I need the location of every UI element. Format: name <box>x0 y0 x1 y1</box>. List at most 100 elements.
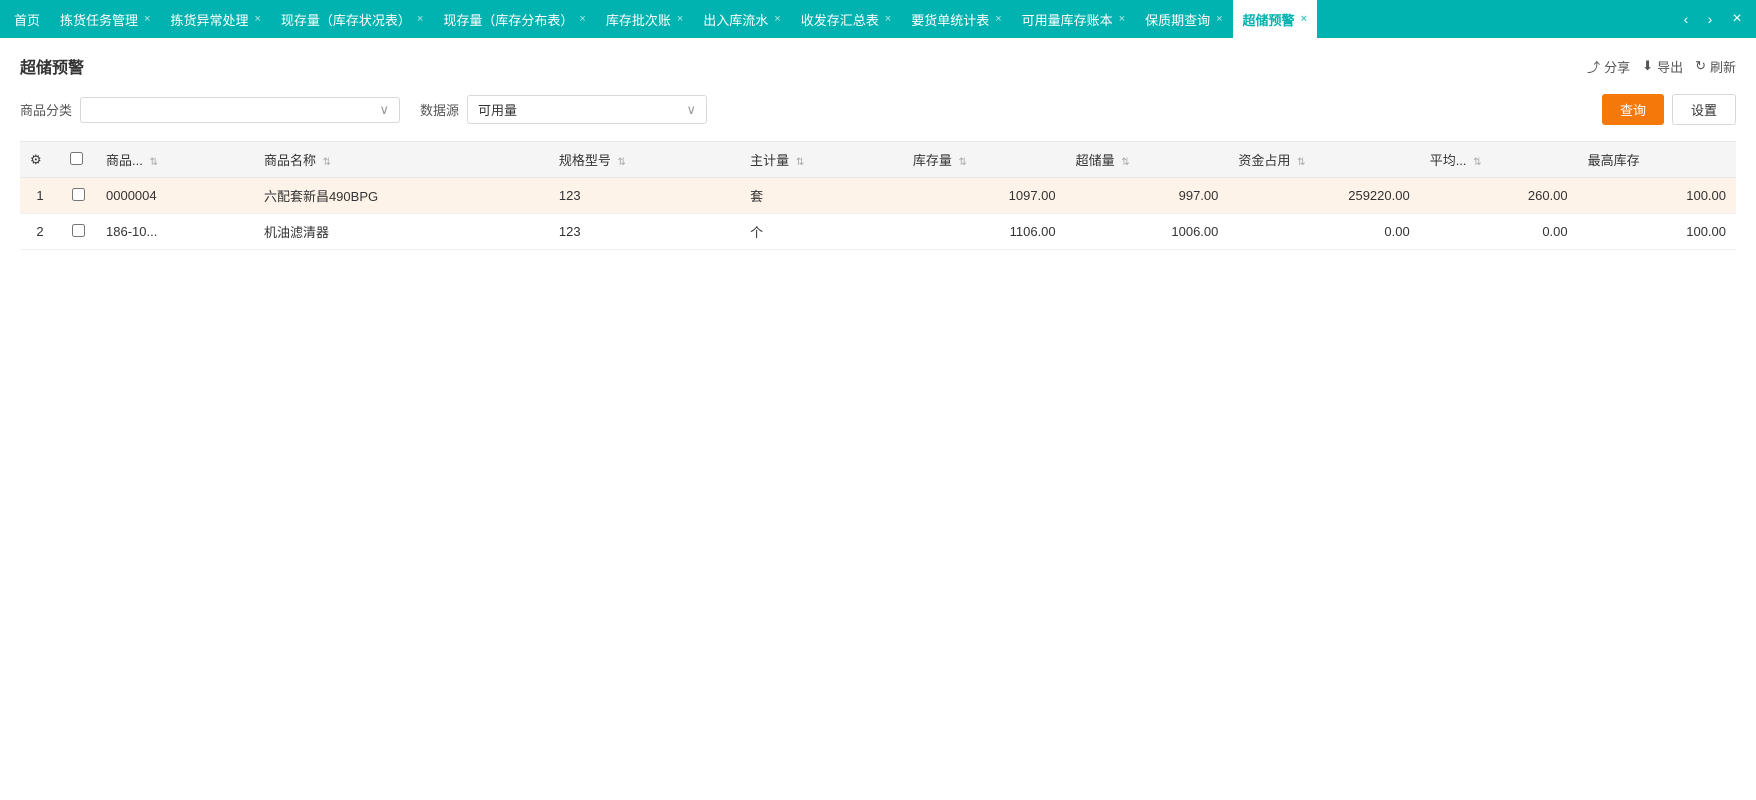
data-table: ⚙ 商品... ⇅ 商品名称 ⇅ 规格型号 ⇅ 主计量 <box>20 141 1736 250</box>
nav-close-overstock-warning[interactable]: × <box>1301 13 1307 25</box>
nav-next-button[interactable]: › <box>1698 0 1722 38</box>
nav-close-stock-status[interactable]: × <box>417 13 423 25</box>
filter-actions: 查询 设置 <box>1602 94 1736 125</box>
settings-button[interactable]: 设置 <box>1672 94 1736 125</box>
category-label: 商品分类 <box>20 100 72 119</box>
datasource-select[interactable]: 可用量 ∨ <box>467 95 707 124</box>
nav-stock-dist[interactable]: 现存量（库存分布表） × <box>433 0 595 38</box>
sort-spec-icon: ⇅ <box>618 157 626 168</box>
nav-batch-account[interactable]: 库存批次账 × <box>596 0 693 38</box>
th-product-name[interactable]: 商品名称 ⇅ <box>254 142 549 178</box>
row-capital-1: 0.00 <box>1228 214 1419 250</box>
top-navigation: 首页 拣货任务管理 × 拣货异常处理 × 现存量（库存状况表） × 现存量（库存… <box>0 0 1756 38</box>
page-title: 超储预警 <box>20 54 84 78</box>
page-content: 超储预警 ⤴ 分享 ⬇ 导出 ↻ 刷新 商品分类 ∨ 数据源 <box>0 38 1756 266</box>
th-max-stock[interactable]: 最高库存 <box>1578 142 1736 178</box>
row-overstock-0: 997.00 <box>1066 178 1229 214</box>
th-stock[interactable]: 库存量 ⇅ <box>903 142 1066 178</box>
th-capital[interactable]: 资金占用 ⇅ <box>1228 142 1419 178</box>
nav-close-recv-summary[interactable]: × <box>885 13 891 25</box>
row-select-1[interactable] <box>72 224 85 237</box>
export-button[interactable]: ⬇ 导出 <box>1642 57 1683 76</box>
nav-close-order-stats[interactable]: × <box>995 13 1001 25</box>
row-avg-0: 260.00 <box>1420 178 1578 214</box>
select-all-checkbox[interactable] <box>70 152 83 165</box>
nav-close-batch-account[interactable]: × <box>677 13 683 25</box>
row-unit-0: 套 <box>740 178 903 214</box>
th-settings[interactable]: ⚙ <box>20 142 60 178</box>
sort-avg-icon: ⇅ <box>1473 157 1481 168</box>
row-num-1: 2 <box>20 214 60 250</box>
nav-order-stats[interactable]: 要货单统计表 × <box>901 0 1011 38</box>
row-product-code-0: 0000004 <box>96 178 254 214</box>
nav-close-all-button[interactable]: × <box>1722 0 1752 38</box>
row-product-code-1: 186-10... <box>96 214 254 250</box>
th-checkbox[interactable] <box>60 142 96 178</box>
row-product-name-1: 机油滤清器 <box>254 214 549 250</box>
row-select-0[interactable] <box>72 188 85 201</box>
row-spec-1: 123 <box>549 214 740 250</box>
sort-stock-icon: ⇅ <box>959 157 967 168</box>
query-button[interactable]: 查询 <box>1602 94 1664 125</box>
nav-arrows: ‹ › × <box>1674 0 1752 38</box>
sort-unit-icon: ⇅ <box>796 157 804 168</box>
nav-home[interactable]: 首页 <box>4 0 50 38</box>
refresh-icon: ↻ <box>1695 58 1706 74</box>
sort-overstock-icon: ⇅ <box>1121 157 1129 168</box>
nav-close-available-account[interactable]: × <box>1119 13 1125 25</box>
row-num-0: 1 <box>20 178 60 214</box>
table-row: 2 186-10... 机油滤清器 123 个 1106.00 1006.00 … <box>20 214 1736 250</box>
filter-row: 商品分类 ∨ 数据源 可用量 ∨ 查询 设置 <box>20 94 1736 125</box>
row-overstock-1: 1006.00 <box>1066 214 1229 250</box>
th-spec[interactable]: 规格型号 ⇅ <box>549 142 740 178</box>
th-overstock[interactable]: 超储量 ⇅ <box>1066 142 1229 178</box>
datasource-select-value: 可用量 <box>478 100 517 119</box>
datasource-filter: 数据源 可用量 ∨ <box>420 95 707 124</box>
row-unit-1: 个 <box>740 214 903 250</box>
share-icon: ⤴ <box>1587 57 1600 76</box>
nav-prev-button[interactable]: ‹ <box>1674 0 1698 38</box>
row-capital-0: 259220.00 <box>1228 178 1419 214</box>
category-filter: 商品分类 ∨ <box>20 97 400 123</box>
datasource-label: 数据源 <box>420 100 459 119</box>
nav-task-mgmt[interactable]: 拣货任务管理 × <box>50 0 160 38</box>
row-max-stock-1: 100.00 <box>1578 214 1736 250</box>
nav-close-abnormal[interactable]: × <box>254 13 260 25</box>
row-product-name-0: 六配套新昌490BPG <box>254 178 549 214</box>
row-stock-0: 1097.00 <box>903 178 1066 214</box>
gear-icon: ⚙ <box>30 152 42 167</box>
category-select[interactable]: ∨ <box>80 97 400 123</box>
nav-abnormal[interactable]: 拣货异常处理 × <box>160 0 270 38</box>
share-button[interactable]: ⤴ 分享 <box>1587 57 1630 76</box>
nav-close-task-mgmt[interactable]: × <box>144 13 150 25</box>
row-stock-1: 1106.00 <box>903 214 1066 250</box>
nav-overstock-warning[interactable]: 超储预警 × <box>1233 0 1317 38</box>
export-icon: ⬇ <box>1642 58 1653 74</box>
row-checkbox-0[interactable] <box>60 178 96 214</box>
page-header: 超储预警 ⤴ 分享 ⬇ 导出 ↻ 刷新 <box>20 54 1736 78</box>
sort-capital-icon: ⇅ <box>1297 157 1305 168</box>
row-spec-0: 123 <box>549 178 740 214</box>
th-unit[interactable]: 主计量 ⇅ <box>740 142 903 178</box>
category-chevron-icon: ∨ <box>380 102 390 118</box>
nav-stock-status[interactable]: 现存量（库存状况表） × <box>271 0 433 38</box>
nav-recv-summary[interactable]: 收发存汇总表 × <box>791 0 901 38</box>
table-header-row: ⚙ 商品... ⇅ 商品名称 ⇅ 规格型号 ⇅ 主计量 <box>20 142 1736 178</box>
sort-product-name-icon: ⇅ <box>323 157 331 168</box>
row-checkbox-1[interactable] <box>60 214 96 250</box>
row-max-stock-0: 100.00 <box>1578 178 1736 214</box>
nav-inout-flow[interactable]: 出入库流水 × <box>693 0 790 38</box>
nav-close-quality-check[interactable]: × <box>1216 13 1222 25</box>
table-row: 1 0000004 六配套新昌490BPG 123 套 1097.00 997.… <box>20 178 1736 214</box>
nav-available-account[interactable]: 可用量库存账本 × <box>1012 0 1135 38</box>
sort-product-code-icon: ⇅ <box>149 157 157 168</box>
refresh-button[interactable]: ↻ 刷新 <box>1695 57 1736 76</box>
nav-quality-check[interactable]: 保质期查询 × <box>1135 0 1232 38</box>
datasource-chevron-icon: ∨ <box>687 102 697 118</box>
nav-close-stock-dist[interactable]: × <box>579 13 585 25</box>
th-avg[interactable]: 平均... ⇅ <box>1420 142 1578 178</box>
header-actions: ⤴ 分享 ⬇ 导出 ↻ 刷新 <box>1587 57 1736 76</box>
row-avg-1: 0.00 <box>1420 214 1578 250</box>
nav-close-inout-flow[interactable]: × <box>774 13 780 25</box>
th-product-code[interactable]: 商品... ⇅ <box>96 142 254 178</box>
